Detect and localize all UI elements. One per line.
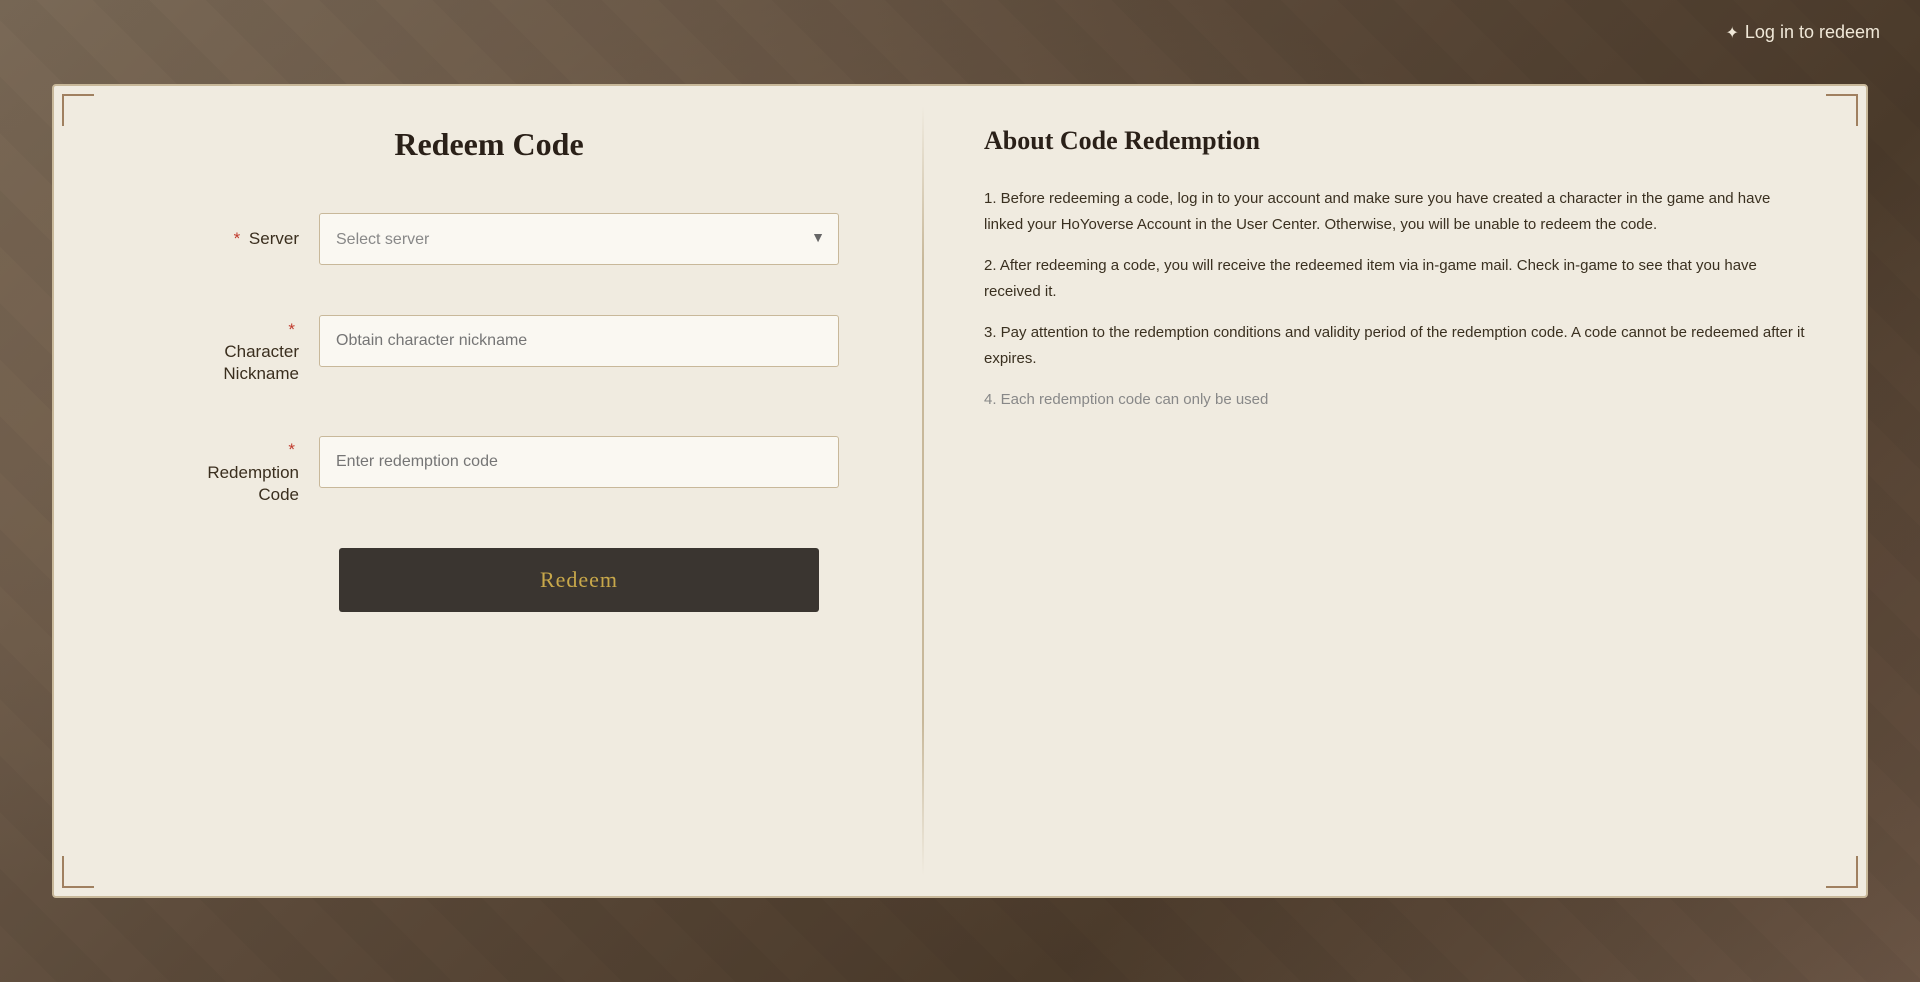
code-label-text: Redemption Code xyxy=(207,463,299,504)
nickname-label-text: Character Nickname xyxy=(223,342,299,383)
modal-inner: Redeem Code * Server Select server Ameri… xyxy=(54,86,1866,896)
info-point-2: 2. After redeeming a code, you will rece… xyxy=(984,253,1806,304)
server-row: * Server Select server America Europe As… xyxy=(139,213,839,265)
code-row: * Redemption Code xyxy=(139,417,839,505)
code-label: * Redemption Code xyxy=(139,417,319,505)
button-row: Redeem xyxy=(139,538,839,612)
right-panel: About Code Redemption 1. Before redeemin… xyxy=(924,86,1866,896)
login-link[interactable]: ✦ Log in to redeem xyxy=(1726,22,1881,43)
panel-divider xyxy=(922,106,924,876)
redeem-button[interactable]: Redeem xyxy=(339,548,819,612)
right-panel-title: About Code Redemption xyxy=(984,126,1806,156)
server-label: * Server xyxy=(139,228,319,250)
login-label: Log in to redeem xyxy=(1745,22,1880,43)
server-select[interactable]: Select server America Europe Asia TW/HK/… xyxy=(319,213,839,265)
nickname-required: * xyxy=(288,320,295,339)
info-point-4: 4. Each redemption code can only be used xyxy=(984,387,1806,413)
nickname-input[interactable] xyxy=(319,315,839,367)
left-panel: Redeem Code * Server Select server Ameri… xyxy=(54,86,924,896)
star-icon: ✦ xyxy=(1726,23,1739,43)
info-point-3: 3. Pay attention to the redemption condi… xyxy=(984,320,1806,371)
info-point-1: 1. Before redeeming a code, log in to yo… xyxy=(984,186,1806,237)
code-input[interactable] xyxy=(319,436,839,488)
redeem-modal: Redeem Code * Server Select server Ameri… xyxy=(52,84,1868,898)
form-title: Redeem Code xyxy=(394,126,583,163)
nickname-label: * Character Nickname xyxy=(139,297,319,385)
nickname-row: * Character Nickname xyxy=(139,297,839,385)
server-required: * xyxy=(234,229,241,248)
right-panel-content: 1. Before redeeming a code, log in to yo… xyxy=(984,186,1806,413)
server-select-wrapper: Select server America Europe Asia TW/HK/… xyxy=(319,213,839,265)
form-body: * Server Select server America Europe As… xyxy=(139,213,839,538)
code-required: * xyxy=(288,440,295,459)
